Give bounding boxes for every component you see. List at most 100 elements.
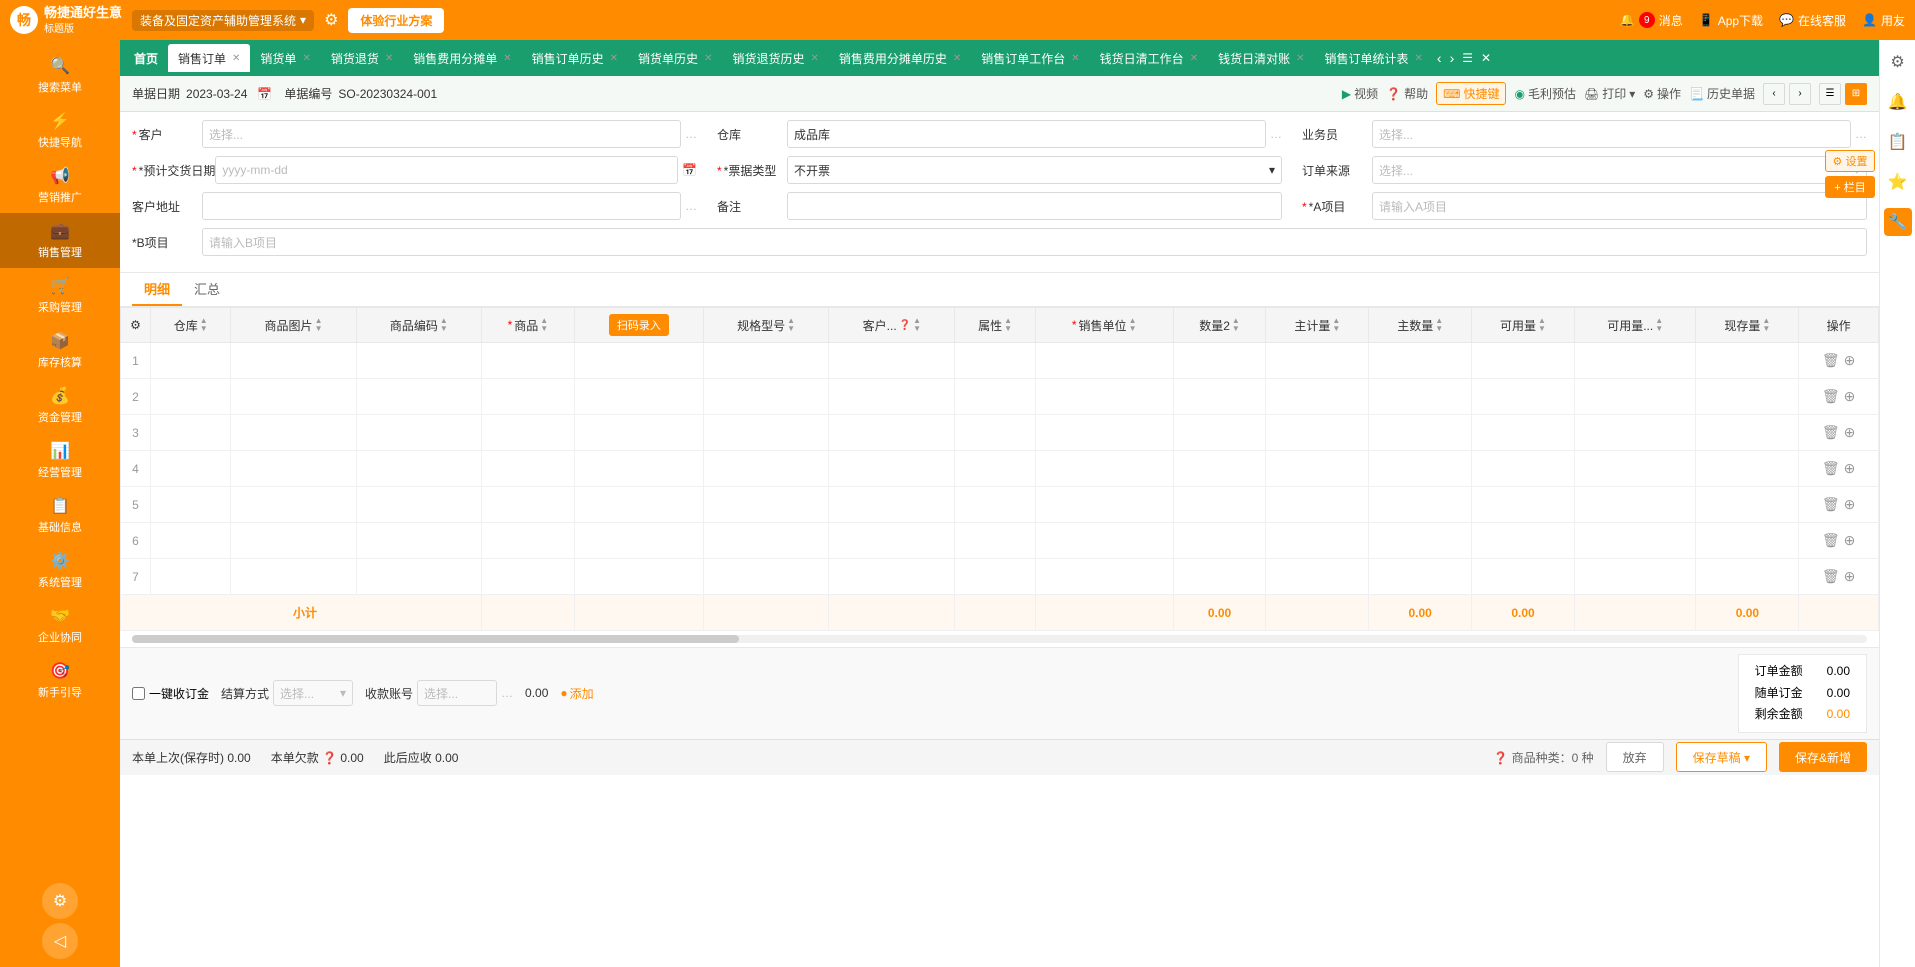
row-6-copy-btn[interactable]: ⊕ [1844,532,1856,549]
row-2-product-code[interactable] [356,379,481,415]
tab-sales-order[interactable]: 销售订单 ✕ [168,44,250,72]
row-6-sales-unit[interactable] [1035,523,1173,559]
row-3-copy-btn[interactable]: ⊕ [1844,424,1856,441]
row-3-main-qty[interactable] [1369,415,1472,451]
tab-sales-refund[interactable]: 销货退货 ✕ [321,44,403,72]
row-3-product-image[interactable] [231,415,356,451]
th-stock[interactable]: 现存量▲▼ [1696,308,1799,343]
row-2-available2[interactable] [1574,379,1696,415]
row-3-product-name[interactable] [481,415,574,451]
sidebar-item-guide[interactable]: 🎯 新手引导 [0,653,120,708]
row-5-spec[interactable] [703,487,828,523]
row-3-delete-btn[interactable]: 🗑 [1822,424,1840,441]
row-2-main-qty[interactable] [1369,379,1472,415]
row-4-attribute[interactable] [955,451,1035,487]
tab-close-return-history[interactable]: ✕ [704,53,712,64]
row-4-main-qty[interactable] [1369,451,1472,487]
remark-input[interactable] [787,192,1282,220]
th-available2[interactable]: 可用量...▲▼ [1574,308,1696,343]
sidebar-item-inventory[interactable]: 📦 库存核算 [0,323,120,378]
row-4-product-name[interactable] [481,451,574,487]
row-5-customer-order[interactable] [829,487,955,523]
row-1-quantity2[interactable] [1173,343,1266,379]
row-4-warehouse[interactable] [151,451,231,487]
app-download-btn[interactable]: 📱 App下载 [1699,12,1763,29]
row-5-available[interactable] [1472,487,1575,523]
tab-fee-split[interactable]: 销售费用分摊单 ✕ [403,44,521,72]
row-3-available2[interactable] [1574,415,1696,451]
row-1-product-image[interactable] [231,343,356,379]
row-1-attribute[interactable] [955,343,1035,379]
warehouse-more-btn[interactable]: … [1270,127,1282,141]
tab-mingxi[interactable]: 明细 [132,273,182,306]
row-4-spec[interactable] [703,451,828,487]
row-2-product-image[interactable] [231,379,356,415]
th-main-qty[interactable]: 主数量▲▼ [1369,308,1472,343]
row-3-quantity2[interactable] [1173,415,1266,451]
row-5-quantity2[interactable] [1173,487,1266,523]
profit-btn[interactable]: ◉ 毛利预估 [1514,85,1576,102]
tab-order-history[interactable]: 销售订单历史 ✕ [522,44,628,72]
row-5-stock[interactable] [1696,487,1799,523]
tab-close-sales-refund[interactable]: ✕ [385,53,393,64]
print-btn[interactable]: 🖨 打印 ▾ [1584,85,1635,102]
row-4-sales-unit[interactable] [1035,451,1173,487]
row-5-product-name[interactable] [481,487,574,523]
th-quantity2[interactable]: 数量2▲▼ [1173,308,1266,343]
th-warehouse[interactable]: 仓库▲▼ [151,308,231,343]
tab-close-order-history[interactable]: ✕ [610,53,618,64]
row-4-available2[interactable] [1574,451,1696,487]
scroll-thumb[interactable] [132,635,739,643]
row-5-attribute[interactable] [955,487,1035,523]
row-4-quantity2[interactable] [1173,451,1266,487]
salesperson-more-btn[interactable]: … [1855,127,1867,141]
tab-sales-return[interactable]: 销货单 ✕ [250,44,320,72]
row-6-main-unit[interactable] [1266,523,1369,559]
tab-close-sales-return[interactable]: ✕ [302,53,310,64]
row-6-spec[interactable] [703,523,828,559]
customer-address-input[interactable] [202,192,681,220]
scan-btn[interactable]: 扫码录入 [609,314,669,336]
row-7-warehouse[interactable] [151,559,231,595]
row-7-available[interactable] [1472,559,1575,595]
system-title[interactable]: 装备及固定资产辅助管理系统 ▾ [132,10,314,31]
row-2-available[interactable] [1472,379,1575,415]
customer-input[interactable]: 选择... [202,120,681,148]
row-3-customer-order[interactable] [829,415,955,451]
row-2-copy-btn[interactable]: ⊕ [1844,388,1856,405]
row-1-sales-unit[interactable] [1035,343,1173,379]
tab-close-sales-order[interactable]: ✕ [232,53,240,64]
row-1-delete-btn[interactable]: 🗑 [1822,352,1840,369]
row-1-main-unit[interactable] [1266,343,1369,379]
row-6-available2[interactable] [1574,523,1696,559]
tab-order-workbench[interactable]: 销售订单工作台 ✕ [971,44,1089,72]
industry-btn[interactable]: 体验行业方案 [348,8,444,33]
sidebar-collapse-btn[interactable]: ◁ [42,923,78,959]
row-7-attribute[interactable] [955,559,1035,595]
tab-close-refund-history[interactable]: ✕ [810,53,818,64]
discard-btn[interactable]: 放弃 [1606,742,1664,772]
right-panel-tool[interactable]: 🔧 [1884,208,1912,236]
sidebar-item-search[interactable]: 🔍 搜索菜单 [0,48,120,103]
help-btn[interactable]: ❓ 帮助 [1386,85,1428,102]
add-btn[interactable]: ● 添加 [560,685,593,702]
row-7-copy-btn[interactable]: ⊕ [1844,568,1856,585]
row-6-main-qty[interactable] [1369,523,1472,559]
row-4-delete-btn[interactable]: 🗑 [1822,460,1840,477]
sidebar-item-finance[interactable]: 💰 资金管理 [0,378,120,433]
row-5-available2[interactable] [1574,487,1696,523]
tab-sales-stats[interactable]: 销售订单统计表 ✕ [1314,44,1432,72]
row-6-delete-btn[interactable]: 🗑 [1822,532,1840,549]
row-3-spec[interactable] [703,415,828,451]
row-2-product-name[interactable] [481,379,574,415]
sidebar-item-system[interactable]: ⚙️ 系统管理 [0,543,120,598]
row-5-copy-btn[interactable]: ⊕ [1844,496,1856,513]
th-spec[interactable]: 规格型号▲▼ [703,308,828,343]
row-1-copy-btn[interactable]: ⊕ [1844,352,1856,369]
row-1-warehouse[interactable] [151,343,231,379]
row-4-stock[interactable] [1696,451,1799,487]
row-4-customer-order[interactable] [829,451,955,487]
online-service-btn[interactable]: 💬 在线客服 [1779,12,1846,29]
right-panel-settings[interactable]: ⚙ [1884,48,1912,76]
sidebar-item-sales[interactable]: 💼 销售管理 [0,213,120,268]
